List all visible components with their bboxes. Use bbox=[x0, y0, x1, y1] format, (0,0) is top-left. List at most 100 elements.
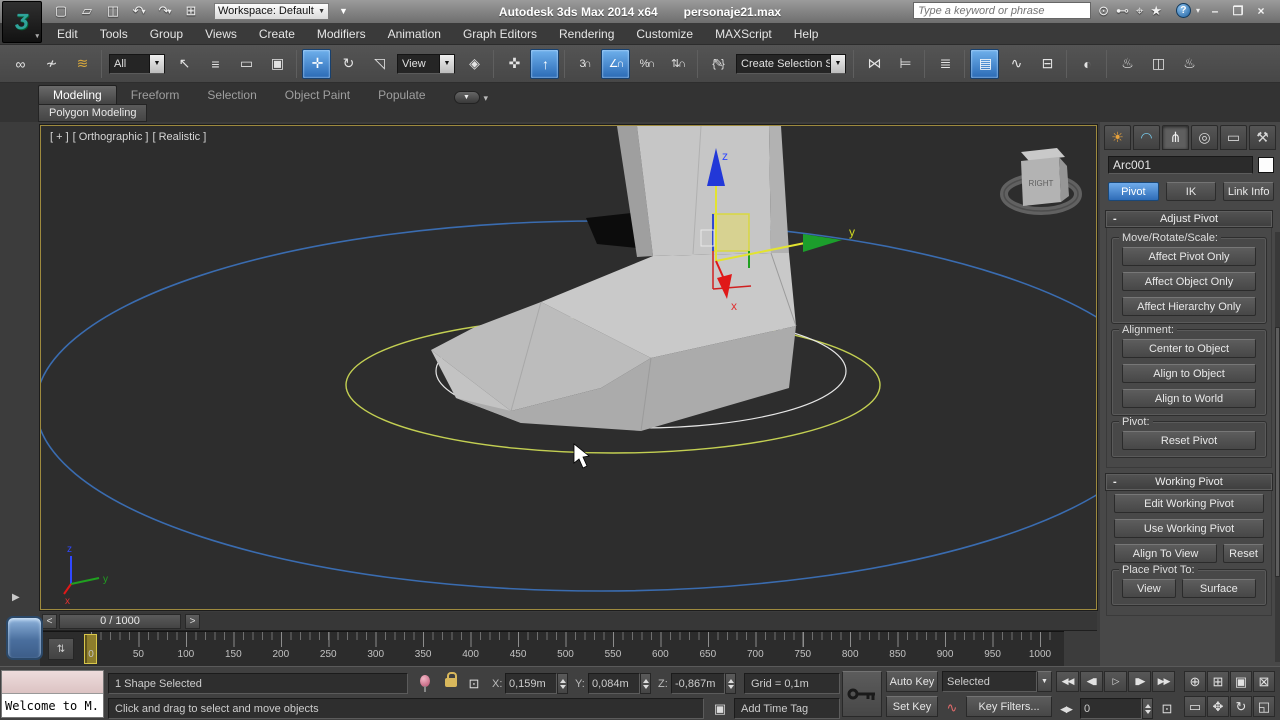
use-pivot-point-center[interactable]: ◈ bbox=[459, 49, 488, 79]
license-key-icon[interactable]: ⊷ bbox=[1116, 3, 1129, 19]
zoom-extents-button[interactable]: ▣ bbox=[1230, 671, 1252, 692]
window-crossing-toggle[interactable]: ▣ bbox=[262, 49, 291, 79]
collapse-icon[interactable]: - bbox=[1113, 476, 1117, 488]
search-go-icon[interactable]: ⊙ bbox=[1098, 3, 1109, 19]
select-and-move[interactable]: ✛ bbox=[302, 48, 331, 79]
rollout-header[interactable]: - Adjust Pivot bbox=[1105, 210, 1273, 228]
help-button[interactable]: ? bbox=[1175, 3, 1191, 18]
gizmo-y-arrow[interactable] bbox=[803, 234, 842, 252]
reset-pivot-button[interactable]: Reset Pivot bbox=[1122, 431, 1256, 450]
set-key-button[interactable]: Set Key bbox=[886, 696, 938, 717]
next-frame-small-button[interactable]: > bbox=[185, 613, 200, 629]
motion-tab[interactable]: ◎ bbox=[1191, 125, 1218, 150]
layer-manager[interactable]: ≣ bbox=[930, 49, 959, 79]
tab-object-paint[interactable]: Object Paint bbox=[271, 86, 364, 104]
menu-tools[interactable]: Tools bbox=[89, 23, 139, 45]
previous-frame-button[interactable]: ◀▮ bbox=[1080, 671, 1103, 692]
object-color-swatch[interactable] bbox=[1258, 157, 1274, 173]
workspace-flyout-icon[interactable]: ▼ bbox=[339, 6, 348, 16]
time-slider[interactable]: 0 / 1000 bbox=[59, 613, 181, 629]
chevron-down-icon[interactable]: ▼ bbox=[149, 54, 164, 73]
create-tab[interactable]: ☀ bbox=[1104, 125, 1131, 150]
render-production[interactable]: ♨ bbox=[1174, 49, 1203, 79]
object-name-field[interactable]: Arc001 bbox=[1108, 156, 1253, 174]
expand-tray-icon[interactable]: ▶ bbox=[12, 592, 20, 603]
mini-curve-editor-icon[interactable]: ⇅ bbox=[48, 638, 74, 660]
communication-center-icon[interactable]: ⌖ bbox=[1136, 3, 1143, 19]
render-setup[interactable]: ♨ bbox=[1112, 49, 1141, 79]
keyboard-shortcut-override[interactable]: ↑ bbox=[530, 48, 559, 79]
viewport[interactable]: z y x RIGHT z y x [+] [Orthographic]… bbox=[35, 124, 1167, 611]
key-mode-dropdown[interactable]: Selected bbox=[942, 671, 1037, 692]
zoom-region-button[interactable]: ▭ bbox=[1184, 696, 1206, 717]
time-tag-icon[interactable]: ▣ bbox=[710, 699, 730, 719]
frame-spinner[interactable] bbox=[1142, 698, 1153, 719]
center-to-object-button[interactable]: Center to Object bbox=[1122, 339, 1256, 358]
panel-scrollbar[interactable] bbox=[1275, 232, 1280, 662]
ribbon-flyout-icon[interactable]: ▾ bbox=[484, 93, 489, 104]
minimize-button[interactable]: – bbox=[1207, 4, 1223, 18]
schematic-view[interactable]: ⊟ bbox=[1032, 49, 1061, 79]
go-to-start-button[interactable]: ◀◀ bbox=[1056, 671, 1079, 692]
select-and-rotate[interactable]: ↻ bbox=[333, 49, 362, 79]
viewport-view-token[interactable]: [ Orthographic ] bbox=[73, 131, 149, 143]
menu-create[interactable]: Create bbox=[248, 23, 306, 45]
menu-graph-editors[interactable]: Graph Editors bbox=[452, 23, 548, 45]
zoom-extents-all-button[interactable]: ⊠ bbox=[1253, 671, 1275, 692]
align-to-view-button[interactable]: Align To View bbox=[1114, 544, 1218, 563]
menu-customize[interactable]: Customize bbox=[625, 23, 704, 45]
modify-tab[interactable]: ◠ bbox=[1133, 125, 1160, 150]
mode-tab-link-info[interactable]: Link Info bbox=[1223, 182, 1275, 201]
menu-animation[interactable]: Animation bbox=[377, 23, 452, 45]
y-coord-field[interactable]: 0,084m bbox=[588, 673, 640, 694]
toggle-ribbon[interactable]: ▤ bbox=[970, 48, 999, 79]
spinner-snap-toggle[interactable]: ⇅∩ bbox=[663, 49, 692, 79]
percent-snap-toggle[interactable]: %∩ bbox=[632, 49, 661, 79]
menu-maxscript[interactable]: MAXScript bbox=[704, 23, 783, 45]
menu-help[interactable]: Help bbox=[783, 23, 830, 45]
add-time-tag-field[interactable]: Add Time Tag bbox=[734, 698, 840, 719]
menu-modifiers[interactable]: Modifiers bbox=[306, 23, 377, 45]
close-button[interactable]: × bbox=[1253, 4, 1269, 18]
snaps-toggle[interactable]: 3∩ bbox=[570, 49, 599, 79]
menu-rendering[interactable]: Rendering bbox=[548, 23, 625, 45]
search-input[interactable] bbox=[913, 2, 1092, 19]
bind-to-space-warp[interactable]: ≋ bbox=[67, 49, 96, 79]
track-bar[interactable]: ⇅ 0 50 100 150 200 250 300 350 400 450 500 550 600 65… bbox=[40, 631, 1064, 666]
viewcube-face-label[interactable]: RIGHT bbox=[1029, 179, 1054, 188]
tab-populate[interactable]: Populate bbox=[364, 86, 439, 104]
save-file-icon[interactable]: ◫ bbox=[102, 1, 124, 21]
rollout-header[interactable]: - Working Pivot bbox=[1105, 473, 1273, 491]
key-step-mode-icon[interactable]: ◀▶ bbox=[1056, 699, 1076, 719]
help-caret-icon[interactable]: ▾ bbox=[1196, 6, 1200, 15]
gizmo-xy-plane[interactable] bbox=[712, 213, 750, 252]
unlink-selection[interactable]: ≁ bbox=[36, 49, 65, 79]
welcome-window-titlebar[interactable] bbox=[2, 671, 103, 694]
reference-coordinate-system-dropdown[interactable]: View ▼ bbox=[397, 53, 455, 74]
collapse-icon[interactable]: - bbox=[1113, 213, 1117, 225]
selection-lock-icon[interactable] bbox=[445, 672, 457, 687]
default-in-out-tangents-icon[interactable]: ∿ bbox=[942, 698, 962, 718]
rendered-frame-window[interactable]: ◫ bbox=[1143, 49, 1172, 79]
select-by-name[interactable]: ≡ bbox=[200, 49, 229, 79]
mirror[interactable]: ⋈ bbox=[859, 49, 888, 79]
panel-scrollbar-thumb[interactable] bbox=[1275, 327, 1280, 577]
tab-modeling[interactable]: Modeling bbox=[38, 85, 117, 104]
surface-button[interactable]: Surface bbox=[1181, 579, 1256, 598]
x-coord-field[interactable]: 0,159m bbox=[505, 673, 557, 694]
reset-button[interactable]: Reset bbox=[1223, 544, 1264, 563]
new-scene-icon[interactable]: ▢ bbox=[50, 1, 72, 21]
edit-named-selection-sets[interactable]: {✎} bbox=[703, 49, 732, 79]
affect-pivot-only-button[interactable]: Affect Pivot Only bbox=[1122, 247, 1256, 266]
zoom-all-button[interactable]: ⊞ bbox=[1207, 671, 1229, 692]
y-spinner[interactable] bbox=[640, 673, 651, 694]
orbit-button[interactable]: ↻ bbox=[1230, 696, 1252, 717]
project-folder-icon[interactable]: ⊞ bbox=[180, 1, 202, 21]
tab-freeform[interactable]: Freeform bbox=[117, 86, 194, 104]
rect-selection-region[interactable]: ▭ bbox=[231, 49, 260, 79]
auto-key-button[interactable]: Auto Key bbox=[886, 671, 938, 692]
isolate-selection-icon[interactable] bbox=[420, 675, 431, 692]
menu-views[interactable]: Views bbox=[194, 23, 248, 45]
tab-selection[interactable]: Selection bbox=[193, 86, 270, 104]
play-button[interactable]: ▷ bbox=[1104, 671, 1127, 692]
